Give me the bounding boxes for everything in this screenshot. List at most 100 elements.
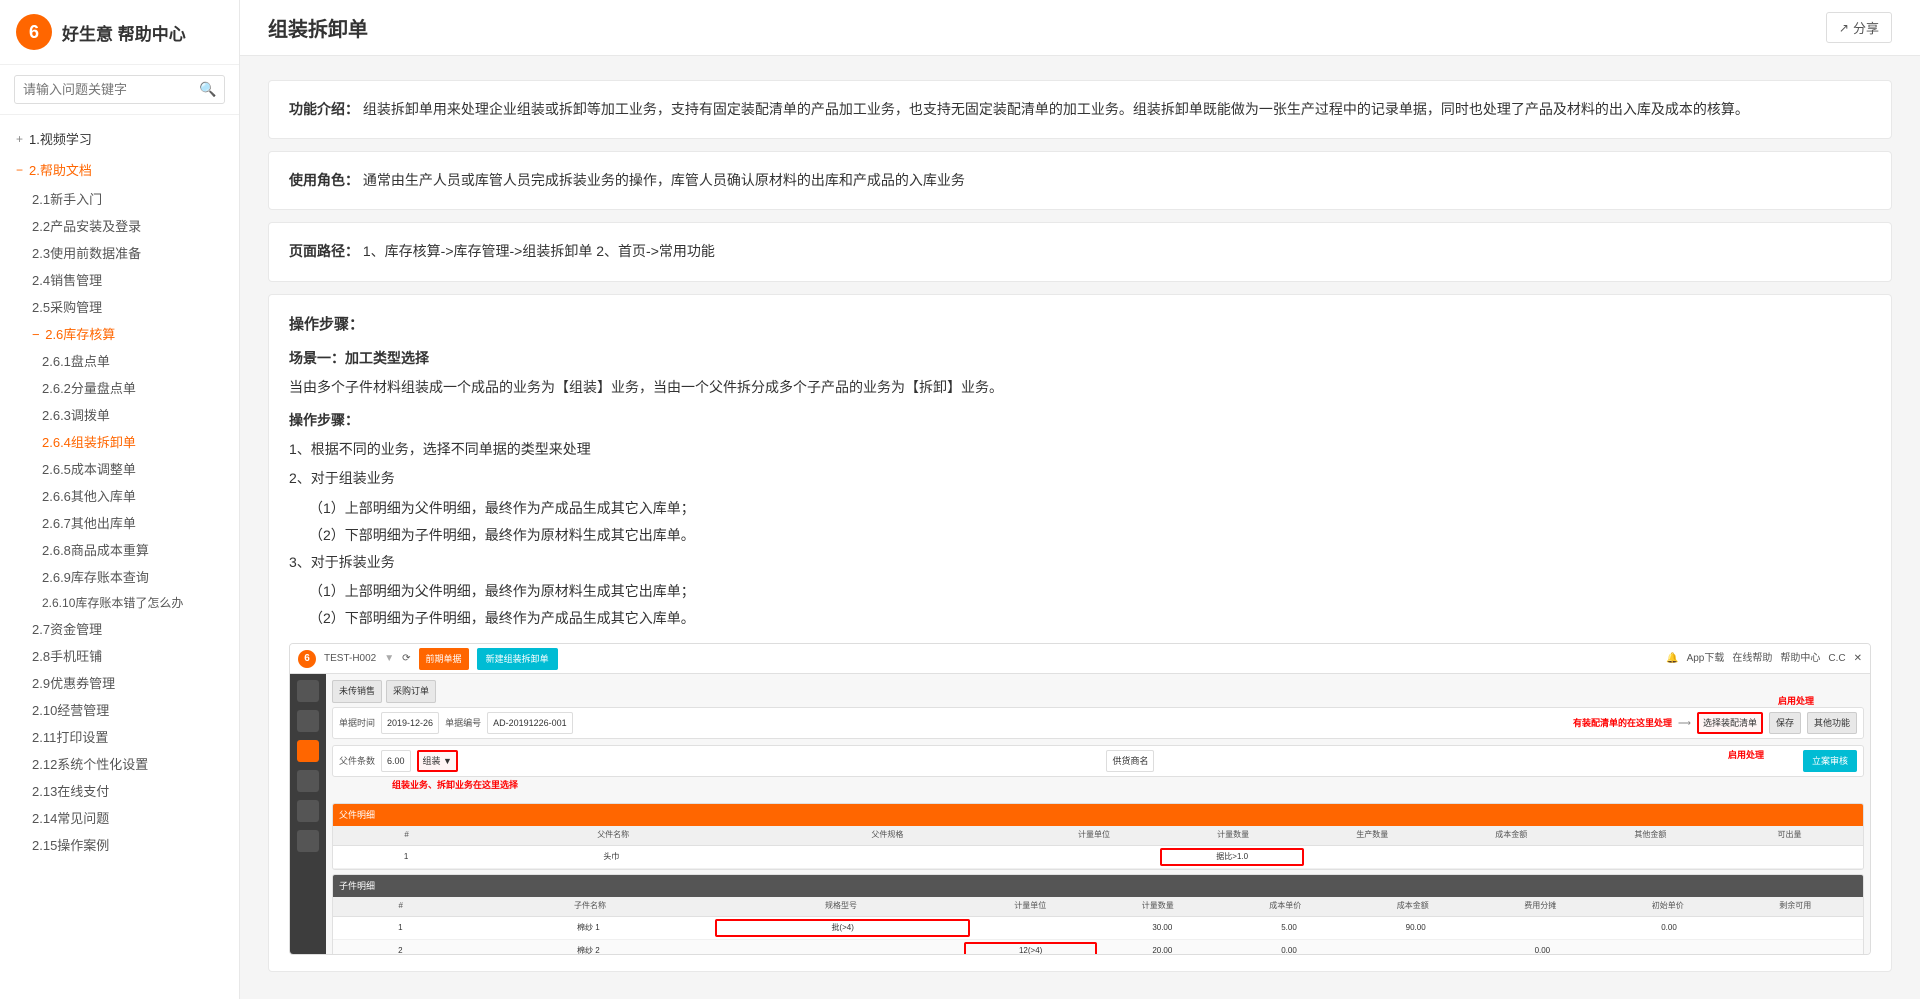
sidebar-item-2-6-10[interactable]: 2.6.10库存账本错了怎么办 <box>0 590 239 615</box>
mock-sidebar-icon-1 <box>297 680 319 702</box>
mock-tab-unsent: 未传销售 <box>332 680 382 702</box>
mock-second-toolbar-wrapper: 父件条数 6.00 组装 ▼ 供货商名 立案审核 组装业务、拆卸业务在这里选择 <box>332 745 1864 777</box>
path-text: 1、库存核算->库存管理->组装拆卸单 2、首页->常用功能 <box>363 243 715 259</box>
collapse-icon-video: + <box>16 132 23 146</box>
mock-body: 未传销售 采购订单 单据时间 2019-12-26 单据编号 AD-201912… <box>290 674 1870 954</box>
mock-bell-icon: 🔔 <box>1666 650 1678 668</box>
scenario1-desc: 当由多个子件材料组装成一个成品的业务为【组装】业务，当由一个父件拆分成多个子产品… <box>289 375 1871 400</box>
content-area: 功能介绍： 组装拆卸单用来处理企业组装或拆卸等加工业务，支持有固定装配清单的产品… <box>240 56 1920 999</box>
intro-card: 功能介绍： 组装拆卸单用来处理企业组装或拆卸等加工业务，支持有固定装配清单的产品… <box>268 80 1892 139</box>
mock-annot-a1: 有装配清单的在这里处理 <box>1573 715 1672 731</box>
mock-tab-purchase: 采购订单 <box>386 680 436 702</box>
search-box: 🔍 <box>14 75 225 104</box>
mock-prev-btn: 前期单据 <box>419 648 469 670</box>
scenario1-steps-label: 操作步骤： <box>289 408 1871 433</box>
sidebar-item-help-docs[interactable]: − 2.帮助文档 <box>0 154 239 185</box>
step3-1: （1）上部明细为父件明细，最终作为原材料生成其它出库单； <box>289 579 1871 604</box>
mock-sidebar-icon-5 <box>297 800 319 822</box>
mock-upper-table-cols: # 父件名称 父件规格 计量单位 计量数量 生产数量 成本金额 其他金额 可出量 <box>333 826 1863 845</box>
mock-form-toolbar: 单据时间 2019-12-26 单据编号 AD-20191226-001 有装配… <box>332 707 1864 739</box>
sidebar-item-2-6-2[interactable]: 2.6.2分量盘点单 <box>0 374 239 401</box>
mock-app-refresh: ⟳ <box>402 650 410 668</box>
sidebar-item-2-14[interactable]: 2.14常见问题 <box>0 804 239 831</box>
mock-type-toolbar: 父件条数 6.00 组装 ▼ 供货商名 立案审核 <box>332 745 1864 777</box>
nav-tree: + 1.视频学习 − 2.帮助文档 2.1新手入门 2.2产品安装及登录 2.3… <box>0 115 239 999</box>
search-input[interactable] <box>23 82 199 97</box>
sidebar-item-2-10[interactable]: 2.10经营管理 <box>0 696 239 723</box>
mock-bom-btn: 选择装配清单 <box>1697 712 1763 734</box>
mock-date-label: 单据时间 <box>339 715 375 731</box>
mock-app-topbar: 6 TEST-H002 ▼ ⟳ 前期单据 新建组装拆卸单 🔔 App下载 在线帮… <box>290 644 1870 674</box>
mock-supplier-field: 供货商名 <box>1106 750 1154 772</box>
minus-icon: − <box>32 327 40 342</box>
sidebar-item-2-6-8[interactable]: 2.6.8商品成本重算 <box>0 536 239 563</box>
mock-app-logo: 6 <box>298 650 316 668</box>
page-title: 组装拆卸单 <box>268 13 368 42</box>
sidebar-item-2-6-7[interactable]: 2.6.7其他出库单 <box>0 509 239 536</box>
mock-annot-a4: 组装业务、拆卸业务在这里选择 <box>392 777 518 793</box>
sidebar-item-2-15[interactable]: 2.15操作案例 <box>0 831 239 858</box>
sidebar-item-purchase[interactable]: 2.5采购管理 <box>0 293 239 320</box>
step3: 3、对于拆装业务 <box>289 550 1871 575</box>
sidebar-item-2-6-1[interactable]: 2.6.1盘点单 <box>0 347 239 374</box>
mock-app-dl: App下载 <box>1687 650 1725 668</box>
sidebar-item-2-6-3[interactable]: 2.6.3调拨单 <box>0 401 239 428</box>
sidebar-item-inventory[interactable]: − 2.6库存核算 <box>0 320 239 347</box>
sidebar-item-install[interactable]: 2.2产品安装及登录 <box>0 212 239 239</box>
mock-more-btn: 其他功能 <box>1807 712 1857 734</box>
step2-2: （2）下部明细为子件明细，最终作为原材料生成其它出库单。 <box>289 523 1871 548</box>
share-button[interactable]: ↗ 分享 <box>1826 12 1892 43</box>
scenario1-title: 场景一：加工类型选择 <box>289 346 1871 371</box>
mock-sidebar-icon-2 <box>297 710 319 732</box>
sidebar-item-2-6-6[interactable]: 2.6.6其他入库单 <box>0 482 239 509</box>
mock-lower-table-cols: # 子件名称 规格型号 计量单位 计量数量 成本单价 成本金额 费用分摊 初始单 <box>333 897 1863 916</box>
sidebar-item-2-6-4[interactable]: 2.6.4组装拆卸单 <box>0 428 239 455</box>
sidebar-item-2-12[interactable]: 2.12系统个性化设置 <box>0 750 239 777</box>
mock-new-btn: 新建组装拆卸单 <box>477 648 558 670</box>
steps-card: 操作步骤： 场景一：加工类型选择 当由多个子件材料组装成一个成品的业务为【组装】… <box>268 294 1892 973</box>
sidebar-item-data-prep[interactable]: 2.3使用前数据准备 <box>0 239 239 266</box>
mock-user: C.C <box>1828 650 1845 668</box>
path-label: 页面路径： <box>289 243 359 259</box>
sidebar-item-newbie[interactable]: 2.1新手入门 <box>0 185 239 212</box>
scenario1-section: 场景一：加工类型选择 当由多个子件材料组装成一个成品的业务为【组装】业务，当由一… <box>289 346 1871 632</box>
mock-left-sidebar <box>290 674 326 954</box>
sidebar-item-2-9[interactable]: 2.9优惠券管理 <box>0 669 239 696</box>
mock-main-content: 未传销售 采购订单 单据时间 2019-12-26 单据编号 AD-201912… <box>326 674 1870 954</box>
mock-date-field: 2019-12-26 <box>381 712 439 734</box>
search-icon[interactable]: 🔍 <box>199 81 216 98</box>
mock-arrow-a1: ⟶ <box>1678 715 1691 731</box>
step3-2: （2）下部明细为子件明细，最终作为产成品生成其它入库单。 <box>289 606 1871 631</box>
sidebar-item-video[interactable]: + 1.视频学习 <box>0 123 239 154</box>
mock-spacer <box>332 783 1864 803</box>
mock-confirm-btn: 立案审核 <box>1803 750 1857 772</box>
mock-lower-table-wrapper: 子件明细 # 子件名称 规格型号 计量单位 计量数量 成本单价 成本金额 <box>332 874 1864 954</box>
sidebar-item-2-13[interactable]: 2.13在线支付 <box>0 777 239 804</box>
sidebar-item-sales[interactable]: 2.4销售管理 <box>0 266 239 293</box>
mock-upper-row-1: 1 头巾 据比>1.0 <box>333 846 1863 869</box>
mock-sidebar-icon-6 <box>297 830 319 852</box>
step1: 1、根据不同的业务，选择不同单据的类型来处理 <box>289 437 1871 462</box>
mock-tabs: 未传销售 采购订单 <box>332 680 1864 702</box>
sidebar-item-2-8[interactable]: 2.8手机旺铺 <box>0 642 239 669</box>
search-area: 🔍 <box>0 65 239 115</box>
sidebar-item-2-6-9[interactable]: 2.6.9库存账本查询 <box>0 563 239 590</box>
sidebar-item-2-7[interactable]: 2.7资金管理 <box>0 615 239 642</box>
screenshot-mockup: 6 TEST-H002 ▼ ⟳ 前期单据 新建组装拆卸单 🔔 App下载 在线帮… <box>289 643 1871 955</box>
step2: 2、对于组装业务 <box>289 466 1871 491</box>
mock-annot-a3b: 启用处理 <box>1728 747 1764 763</box>
mock-screen-content: 6 TEST-H002 ▼ ⟳ 前期单据 新建组装拆卸单 🔔 App下载 在线帮… <box>290 644 1870 954</box>
sidebar-item-2-6-5[interactable]: 2.6.5成本调整单 <box>0 455 239 482</box>
mock-lower-row-2: 2 棉纱 2 12(>4) 20.00 0.00 0.00 <box>333 940 1863 955</box>
mock-upper-table-header: 父件明细 <box>333 804 1863 826</box>
role-text: 通常由生产人员或库管人员完成拆装业务的操作，库管人员确认原材料的出库和产成品的入… <box>363 172 965 188</box>
mock-no-field: AD-20191226-001 <box>487 712 573 734</box>
mock-app-name: TEST-H002 <box>324 650 376 668</box>
role-card: 使用角色： 通常由生产人员或库管人员完成拆装业务的操作，库管人员确认原材料的出库… <box>268 151 1892 210</box>
sidebar-item-2-11[interactable]: 2.11打印设置 <box>0 723 239 750</box>
logo-icon: 6 <box>16 14 52 50</box>
mock-close-icon: ✕ <box>1854 650 1862 668</box>
mock-no-label: 单据编号 <box>445 715 481 731</box>
mock-help-center: 帮助中心 <box>1780 650 1820 668</box>
mock-type-selector: 组装 ▼ <box>417 750 458 772</box>
